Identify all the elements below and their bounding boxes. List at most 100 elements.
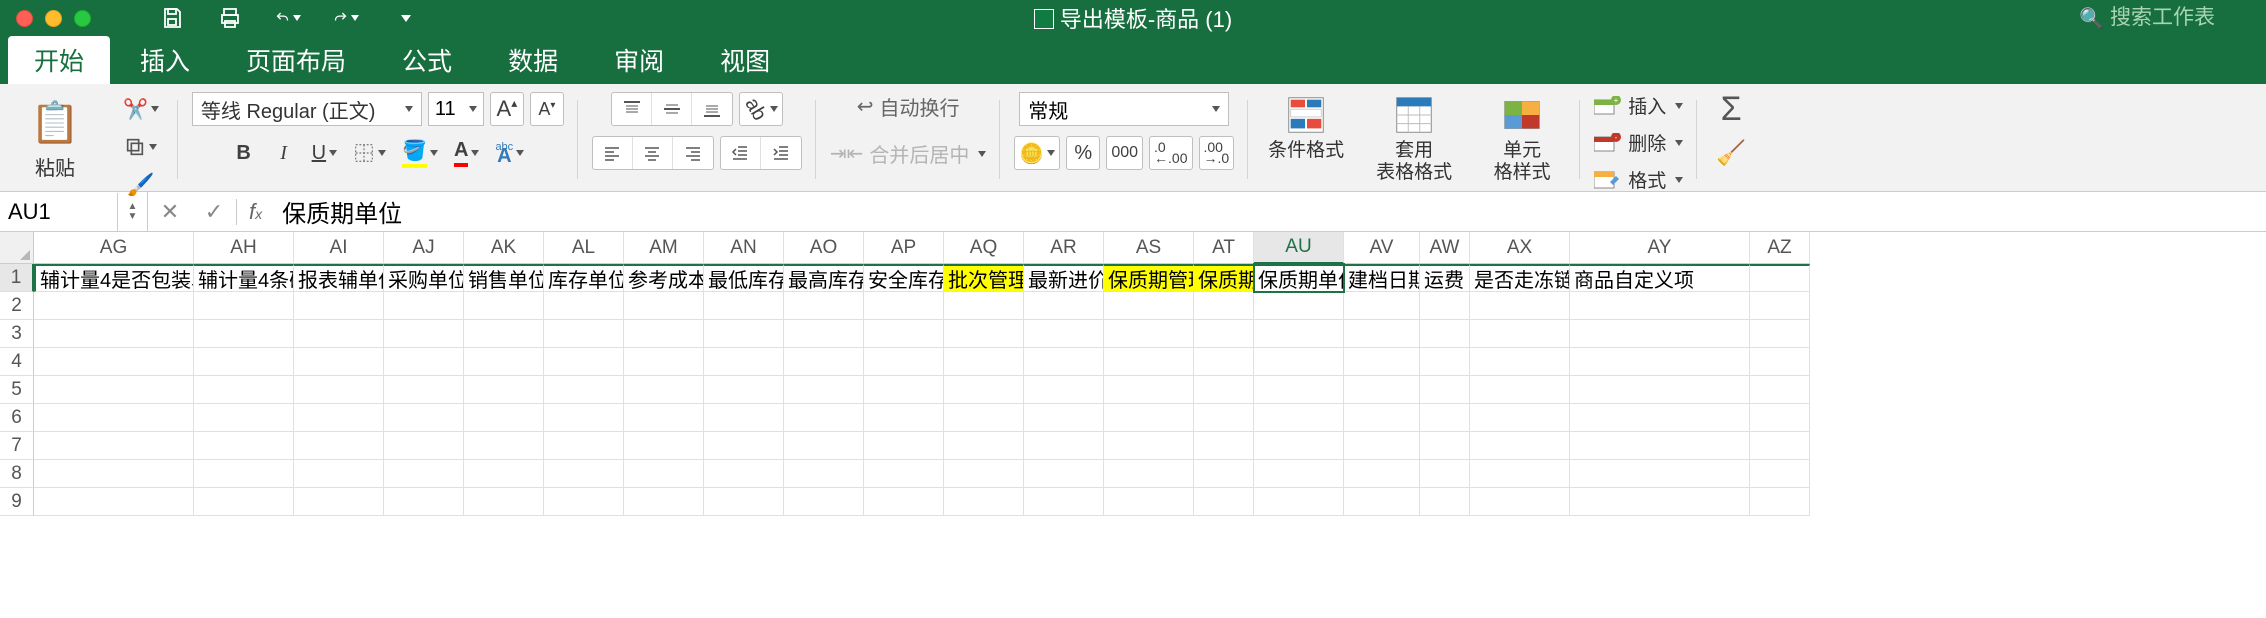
maximize-window-button[interactable] — [74, 10, 91, 27]
cell-AO7[interactable] — [784, 432, 864, 460]
copy-button[interactable] — [118, 130, 164, 164]
column-header-AG[interactable]: AG — [34, 232, 194, 264]
cell-AP1[interactable]: 安全库存 — [864, 264, 944, 292]
row-header-5[interactable]: 5 — [0, 376, 34, 404]
decrease-decimal-button[interactable]: .00→.0 — [1199, 136, 1235, 170]
cell-AM7[interactable] — [624, 432, 704, 460]
cell-AT5[interactable] — [1194, 376, 1254, 404]
currency-button[interactable]: 🪙 — [1014, 136, 1060, 170]
cell-AT7[interactable] — [1194, 432, 1254, 460]
column-header-AX[interactable]: AX — [1470, 232, 1570, 264]
cell-AW1[interactable]: 运费 — [1420, 264, 1470, 292]
number-format-select[interactable]: 常规 — [1019, 92, 1229, 126]
cell-AT8[interactable] — [1194, 460, 1254, 488]
cell-AO3[interactable] — [784, 320, 864, 348]
cell-AU3[interactable] — [1254, 320, 1344, 348]
undo-button[interactable] — [275, 5, 301, 31]
cell-AW5[interactable] — [1420, 376, 1470, 404]
fill-color-button[interactable]: 🪣 — [397, 136, 443, 170]
cell-AZ7[interactable] — [1750, 432, 1810, 460]
cell-AU8[interactable] — [1254, 460, 1344, 488]
cell-AV1[interactable]: 建档日期 — [1344, 264, 1420, 292]
cell-AW3[interactable] — [1420, 320, 1470, 348]
cell-AJ7[interactable] — [384, 432, 464, 460]
cell-AN4[interactable] — [704, 348, 784, 376]
paste-button[interactable]: 📋 粘贴 — [20, 92, 90, 187]
cell-AZ8[interactable] — [1750, 460, 1810, 488]
cell-AQ5[interactable] — [944, 376, 1024, 404]
fx-icon[interactable]: fx — [236, 199, 274, 225]
column-header-AM[interactable]: AM — [624, 232, 704, 264]
search-box[interactable]: 🔍 — [2079, 6, 2266, 31]
cell-AR3[interactable] — [1024, 320, 1104, 348]
cell-AI5[interactable] — [294, 376, 384, 404]
search-input[interactable] — [2110, 6, 2250, 30]
cell-AH7[interactable] — [194, 432, 294, 460]
cell-AI4[interactable] — [294, 348, 384, 376]
cell-AQ4[interactable] — [944, 348, 1024, 376]
cell-AG8[interactable] — [34, 460, 194, 488]
column-header-AT[interactable]: AT — [1194, 232, 1254, 264]
cell-AP4[interactable] — [864, 348, 944, 376]
cell-AX9[interactable] — [1470, 488, 1570, 516]
cell-AN6[interactable] — [704, 404, 784, 432]
cell-AP3[interactable] — [864, 320, 944, 348]
row-header-6[interactable]: 6 — [0, 404, 34, 432]
cell-AW6[interactable] — [1420, 404, 1470, 432]
cell-AS5[interactable] — [1104, 376, 1194, 404]
align-right-button[interactable] — [673, 137, 713, 169]
cell-AJ2[interactable] — [384, 292, 464, 320]
row-header-3[interactable]: 3 — [0, 320, 34, 348]
redo-button[interactable] — [333, 5, 359, 31]
tab-页面布局[interactable]: 页面布局 — [220, 36, 372, 84]
cell-AX8[interactable] — [1470, 460, 1570, 488]
column-header-AP[interactable]: AP — [864, 232, 944, 264]
cell-AR9[interactable] — [1024, 488, 1104, 516]
cell-AP6[interactable] — [864, 404, 944, 432]
cell-AI1[interactable]: 报表辅单位 — [294, 264, 384, 292]
table-format-button[interactable]: 套用 表格格式 — [1370, 92, 1458, 184]
cell-AJ9[interactable] — [384, 488, 464, 516]
column-header-AN[interactable]: AN — [704, 232, 784, 264]
cut-button[interactable]: ✂️ — [118, 92, 164, 126]
cell-AG9[interactable] — [34, 488, 194, 516]
cell-AM1[interactable]: 参考成本 — [624, 264, 704, 292]
cell-AX1[interactable]: 是否走冻链 — [1470, 264, 1570, 292]
cell-AJ5[interactable] — [384, 376, 464, 404]
cell-AZ3[interactable] — [1750, 320, 1810, 348]
column-header-AR[interactable]: AR — [1024, 232, 1104, 264]
row-header-9[interactable]: 9 — [0, 488, 34, 516]
cell-AX6[interactable] — [1470, 404, 1570, 432]
cell-AJ3[interactable] — [384, 320, 464, 348]
cell-AQ1[interactable]: 批次管理 — [944, 264, 1024, 292]
column-header-AW[interactable]: AW — [1420, 232, 1470, 264]
cell-AO6[interactable] — [784, 404, 864, 432]
print-icon[interactable] — [217, 5, 243, 31]
cell-AM2[interactable] — [624, 292, 704, 320]
cell-AR5[interactable] — [1024, 376, 1104, 404]
cell-AK3[interactable] — [464, 320, 544, 348]
cell-AV2[interactable] — [1344, 292, 1420, 320]
cell-AP9[interactable] — [864, 488, 944, 516]
border-button[interactable] — [348, 136, 391, 170]
cell-AO4[interactable] — [784, 348, 864, 376]
cell-AR2[interactable] — [1024, 292, 1104, 320]
cell-AR1[interactable]: 最新进价 — [1024, 264, 1104, 292]
cell-AY1[interactable]: 商品自定义项 — [1570, 264, 1750, 292]
cell-AV4[interactable] — [1344, 348, 1420, 376]
cell-AT2[interactable] — [1194, 292, 1254, 320]
align-top-button[interactable] — [612, 93, 652, 125]
cell-AN8[interactable] — [704, 460, 784, 488]
row-header-8[interactable]: 8 — [0, 460, 34, 488]
phonetic-button[interactable]: abcA — [490, 136, 529, 170]
cell-AV7[interactable] — [1344, 432, 1420, 460]
cell-AL7[interactable] — [544, 432, 624, 460]
cell-AI8[interactable] — [294, 460, 384, 488]
cell-AN9[interactable] — [704, 488, 784, 516]
cell-AU1[interactable]: 保质期单位 — [1254, 264, 1344, 292]
cell-AZ5[interactable] — [1750, 376, 1810, 404]
cell-AQ2[interactable] — [944, 292, 1024, 320]
cells-area[interactable]: 辅计量4是否包装单位辅计量4条码报表辅单位采购单位销售单位库存单位参考成本最低库… — [34, 264, 2266, 516]
row-header-1[interactable]: 1 — [0, 264, 34, 292]
italic-button[interactable]: I — [267, 136, 301, 170]
